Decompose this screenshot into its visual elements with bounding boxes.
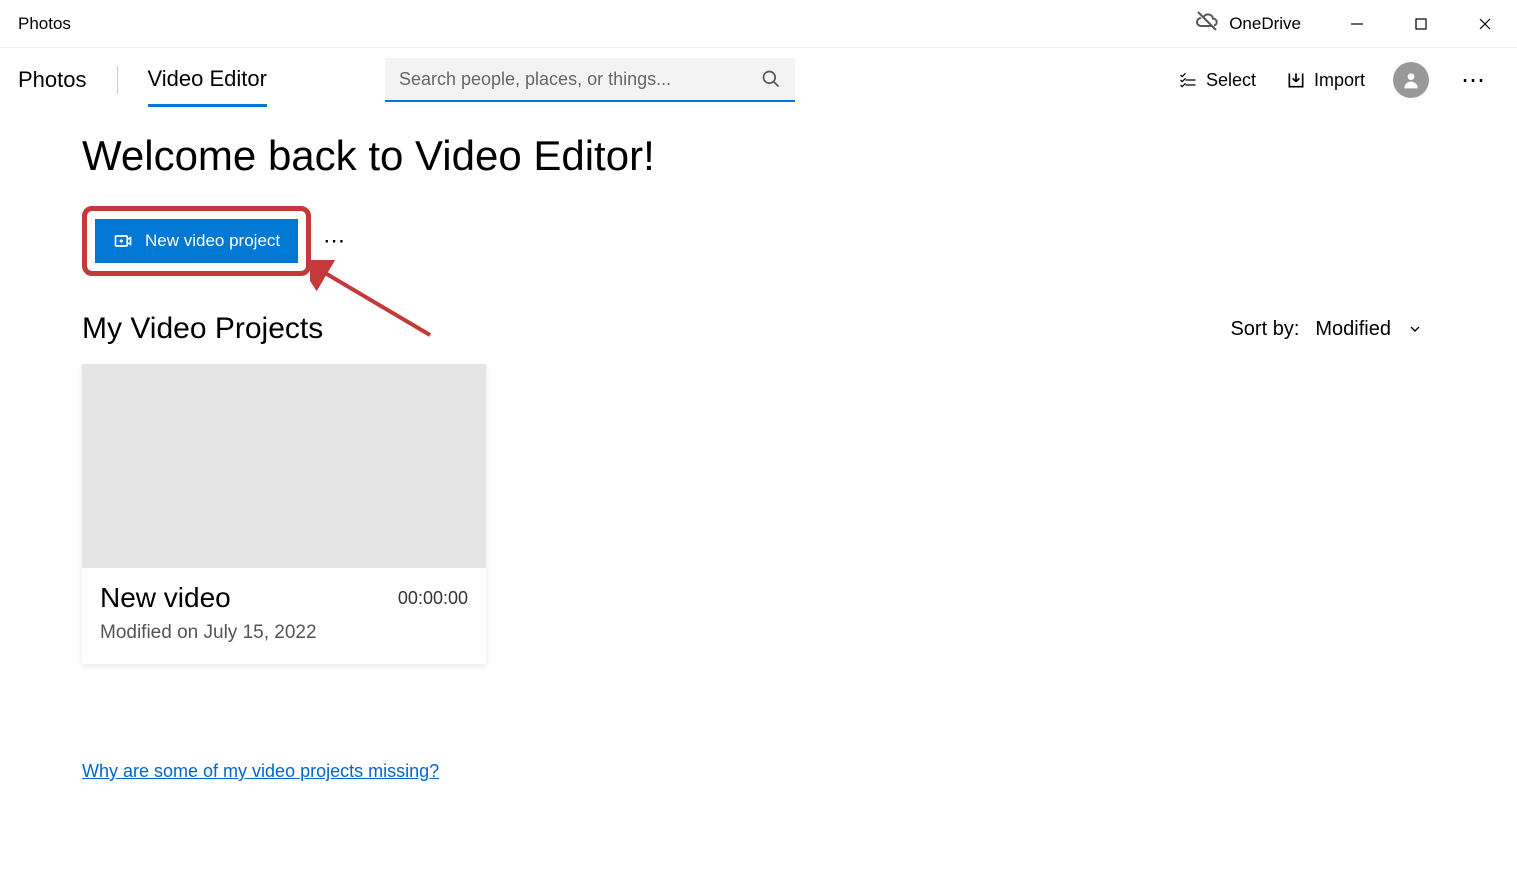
content-area: Welcome back to Video Editor! New video … — [0, 112, 1517, 684]
section-title: My Video Projects — [82, 312, 323, 346]
import-button[interactable]: Import — [1278, 64, 1373, 97]
search-icon[interactable] — [761, 69, 781, 89]
app-title: Photos — [18, 14, 71, 34]
project-thumbnail — [82, 364, 486, 568]
user-avatar[interactable] — [1393, 62, 1429, 98]
annotation-highlight: New video project — [82, 206, 311, 276]
select-button[interactable]: Select — [1170, 64, 1264, 97]
import-label: Import — [1314, 70, 1365, 91]
minimize-button[interactable] — [1325, 0, 1389, 48]
checklist-icon — [1178, 70, 1198, 90]
help-link[interactable]: Why are some of my video projects missin… — [82, 761, 439, 782]
toolbar-right: Select Import ⋯ — [1170, 60, 1499, 101]
project-name: New video — [100, 582, 231, 614]
project-info-top: New video 00:00:00 — [100, 582, 468, 614]
sort-value: Modified — [1315, 318, 1391, 341]
new-project-row: New video project ⋯ — [82, 206, 1435, 276]
project-modified: Modified on July 15, 2022 — [100, 622, 468, 644]
titlebar: Photos OneDrive — [0, 0, 1517, 48]
tab-video-editor[interactable]: Video Editor — [148, 54, 267, 107]
import-icon — [1286, 70, 1306, 90]
project-duration: 00:00:00 — [398, 588, 468, 609]
video-plus-icon — [113, 231, 133, 251]
new-project-label: New video project — [145, 231, 280, 251]
sort-label: Sort by: — [1230, 318, 1299, 341]
select-label: Select — [1206, 70, 1256, 91]
maximize-button[interactable] — [1389, 0, 1453, 48]
tab-divider — [117, 66, 118, 94]
chevron-down-icon — [1407, 321, 1423, 337]
onedrive-label: OneDrive — [1229, 14, 1301, 34]
section-header-row: My Video Projects Sort by: Modified — [82, 312, 1435, 346]
toolbar: Photos Video Editor Select Import ⋯ — [0, 48, 1517, 112]
close-button[interactable] — [1453, 0, 1517, 48]
person-icon — [1401, 70, 1421, 90]
welcome-heading: Welcome back to Video Editor! — [82, 132, 1435, 180]
tab-photos[interactable]: Photos — [18, 55, 87, 105]
more-button[interactable]: ⋯ — [1449, 60, 1499, 101]
search-input[interactable] — [399, 69, 753, 90]
project-card[interactable]: New video 00:00:00 Modified on July 15, … — [82, 364, 486, 664]
cloud-off-icon — [1195, 9, 1219, 38]
project-more-button[interactable]: ⋯ — [323, 228, 348, 254]
onedrive-status[interactable]: OneDrive — [1171, 9, 1325, 38]
search-box[interactable] — [385, 58, 795, 102]
new-video-project-button[interactable]: New video project — [95, 219, 298, 263]
project-info: New video 00:00:00 Modified on July 15, … — [82, 568, 486, 664]
titlebar-controls: OneDrive — [1171, 0, 1517, 48]
sort-dropdown[interactable]: Sort by: Modified — [1230, 318, 1435, 341]
